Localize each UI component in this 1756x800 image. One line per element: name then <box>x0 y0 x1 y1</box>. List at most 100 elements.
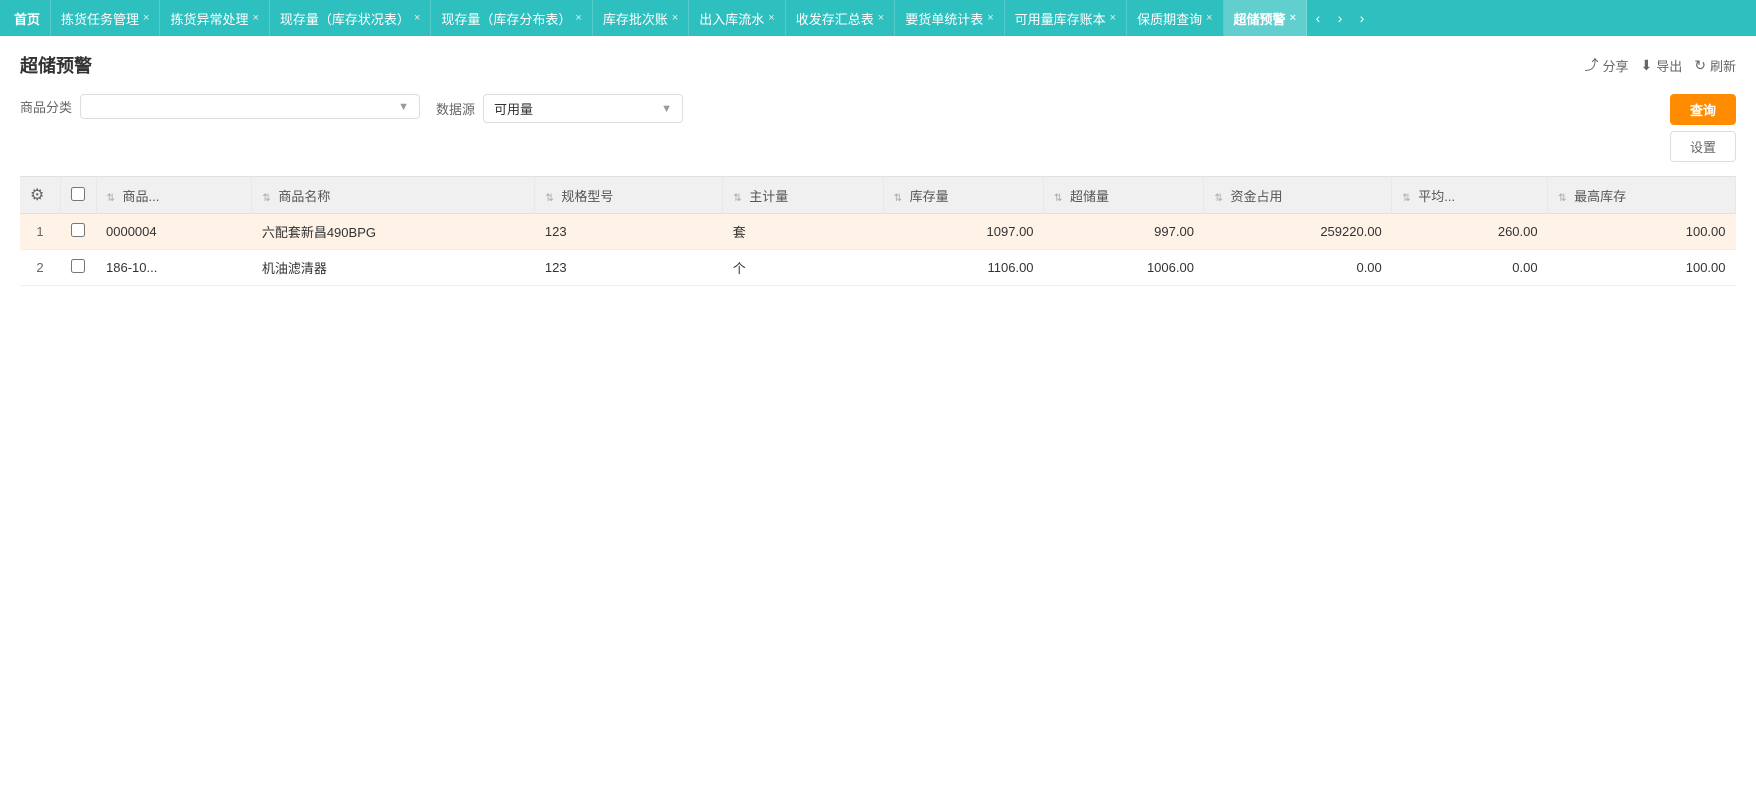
inventory-dist-close[interactable]: × <box>575 12 581 24</box>
overstock-label: 超储预警 <box>1234 9 1286 28</box>
settings-button[interactable]: 设置 <box>1670 131 1736 162</box>
category-select[interactable]: ▼ <box>80 94 420 119</box>
datasource-filter: 数据源 可用量 ▼ <box>436 94 683 123</box>
summary-close[interactable]: × <box>878 12 884 24</box>
table-row: 2 186-10... 机油滤清器 123 个 1106.00 1006.00 … <box>20 250 1736 286</box>
header-actions: ⤴ 分享 ⬇ 导出 ↻ 刷新 <box>1584 55 1736 75</box>
order-stats-close[interactable]: × <box>987 12 993 24</box>
inventory: 1097.00 <box>883 214 1043 250</box>
inventory: 1106.00 <box>883 250 1043 286</box>
nav-prev-arrow[interactable]: ‹ <box>1307 0 1329 36</box>
spec: 123 <box>535 250 723 286</box>
th-inventory: ⇅ 库存量 <box>883 177 1043 214</box>
sort-arrows-product-code[interactable]: ⇅ <box>107 193 115 204</box>
category-value <box>91 99 95 114</box>
filter-buttons: 查询 设置 <box>1670 94 1736 162</box>
nav-tab-available-book[interactable]: 可用量库存账本 × <box>1005 0 1127 36</box>
datasource-value: 可用量 <box>494 99 533 118</box>
sort-arrows-inventory[interactable]: ⇅ <box>894 193 902 204</box>
sort-arrows-spec[interactable]: ⇅ <box>545 193 553 204</box>
row-checkbox-cell <box>60 250 96 286</box>
th-max-stock: ⇅ 最高库存 <box>1548 177 1736 214</box>
data-table: ⚙ ⇅ 商品... ⇅ 商品名称 ⇅ 规格型号 ⇅ <box>20 176 1736 286</box>
product-code: 186-10... <box>96 250 252 286</box>
batch-account-close[interactable]: × <box>672 12 678 24</box>
refresh-icon: ↻ <box>1694 57 1706 74</box>
table-header-row: ⚙ ⇅ 商品... ⇅ 商品名称 ⇅ 规格型号 ⇅ <box>20 177 1736 214</box>
nav-tab-summary[interactable]: 收发存汇总表 × <box>786 0 895 36</box>
inout-flow-close[interactable]: × <box>768 12 774 24</box>
max-stock: 100.00 <box>1548 214 1736 250</box>
inventory-dist-label: 现存量（库存分布表） <box>441 9 571 28</box>
avg: 0.00 <box>1392 250 1548 286</box>
share-icon: ⤴ <box>1584 55 1598 75</box>
row-number: 2 <box>20 250 60 286</box>
inventory-status-label: 现存量（库存状况表） <box>280 9 410 28</box>
query-button[interactable]: 查询 <box>1670 94 1736 125</box>
refresh-button[interactable]: ↻ 刷新 <box>1694 56 1736 75</box>
nav-tab-inventory-status[interactable]: 现存量（库存状况表） × <box>270 0 431 36</box>
row-checkbox[interactable] <box>71 259 85 273</box>
th-checkbox <box>60 177 96 214</box>
select-all-checkbox[interactable] <box>71 187 85 201</box>
page-header: 超储预警 ⤴ 分享 ⬇ 导出 ↻ 刷新 <box>20 52 1736 78</box>
nav-tab-overstock[interactable]: 超储预警 × <box>1224 0 1307 36</box>
nav-more-arrow[interactable]: › <box>1351 0 1373 36</box>
nav-tab-order-stats[interactable]: 要货单统计表 × <box>895 0 1004 36</box>
expiry-close[interactable]: × <box>1206 12 1212 24</box>
home-tab-label: 首页 <box>14 9 40 28</box>
sort-arrows-max-stock[interactable]: ⇅ <box>1558 193 1566 204</box>
th-spec: ⇅ 规格型号 <box>535 177 723 214</box>
nav-tab-batch-account[interactable]: 库存批次账 × <box>593 0 689 36</box>
th-gear: ⚙ <box>20 177 60 214</box>
sort-arrows-overstock[interactable]: ⇅ <box>1054 193 1062 204</box>
unit: 个 <box>723 250 883 286</box>
task-mgmt-label: 拣货任务管理 <box>61 9 139 28</box>
main-content: 超储预警 ⤴ 分享 ⬇ 导出 ↻ 刷新 商品分类 ▼ 数据源 <box>0 36 1756 800</box>
overstock: 997.00 <box>1044 214 1204 250</box>
task-mgmt-close[interactable]: × <box>143 12 149 24</box>
gear-icon[interactable]: ⚙ <box>30 187 44 204</box>
datasource-label: 数据源 <box>436 99 475 118</box>
row-number: 1 <box>20 214 60 250</box>
product-name: 机油滤清器 <box>252 250 535 286</box>
nav-next-arrow[interactable]: › <box>1329 0 1351 36</box>
sort-arrows-capital[interactable]: ⇅ <box>1214 193 1222 204</box>
datasource-dropdown-arrow: ▼ <box>661 103 672 115</box>
nav-tab-exception[interactable]: 拣货异常处理 × <box>160 0 269 36</box>
category-label: 商品分类 <box>20 97 72 116</box>
available-book-label: 可用量库存账本 <box>1015 9 1106 28</box>
sort-arrows-unit[interactable]: ⇅ <box>733 193 741 204</box>
nav-tab-expiry[interactable]: 保质期查询 × <box>1127 0 1223 36</box>
inventory-status-close[interactable]: × <box>414 12 420 24</box>
category-dropdown-arrow: ▼ <box>398 101 409 113</box>
summary-label: 收发存汇总表 <box>796 9 874 28</box>
nav-tab-home[interactable]: 首页 <box>4 0 51 36</box>
nav-tab-task-mgmt[interactable]: 拣货任务管理 × <box>51 0 160 36</box>
exception-close[interactable]: × <box>252 12 258 24</box>
inout-flow-label: 出入库流水 <box>699 9 764 28</box>
export-button[interactable]: ⬇ 导出 <box>1641 56 1683 75</box>
available-book-close[interactable]: × <box>1110 12 1116 24</box>
batch-account-label: 库存批次账 <box>603 9 668 28</box>
refresh-label: 刷新 <box>1710 56 1736 75</box>
nav-tab-inout-flow[interactable]: 出入库流水 × <box>689 0 785 36</box>
nav-tab-inventory-dist[interactable]: 现存量（库存分布表） × <box>431 0 592 36</box>
exception-label: 拣货异常处理 <box>170 9 248 28</box>
th-product-name: ⇅ 商品名称 <box>252 177 535 214</box>
export-icon: ⬇ <box>1641 57 1653 74</box>
overstock-close[interactable]: × <box>1290 12 1296 24</box>
th-unit: ⇅ 主计量 <box>723 177 883 214</box>
order-stats-label: 要货单统计表 <box>905 9 983 28</box>
top-nav: 首页 拣货任务管理 × 拣货异常处理 × 现存量（库存状况表） × 现存量（库存… <box>0 0 1756 36</box>
sort-arrows-product-name[interactable]: ⇅ <box>262 193 270 204</box>
table-row: 1 0000004 六配套新昌490BPG 123 套 1097.00 997.… <box>20 214 1736 250</box>
sort-arrows-avg[interactable]: ⇅ <box>1402 193 1410 204</box>
datasource-select[interactable]: 可用量 ▼ <box>483 94 683 123</box>
share-button[interactable]: ⤴ 分享 <box>1584 55 1628 75</box>
spec: 123 <box>535 214 723 250</box>
product-code: 0000004 <box>96 214 252 250</box>
row-checkbox[interactable] <box>71 223 85 237</box>
capital: 0.00 <box>1204 250 1392 286</box>
share-label: 分享 <box>1602 56 1628 75</box>
